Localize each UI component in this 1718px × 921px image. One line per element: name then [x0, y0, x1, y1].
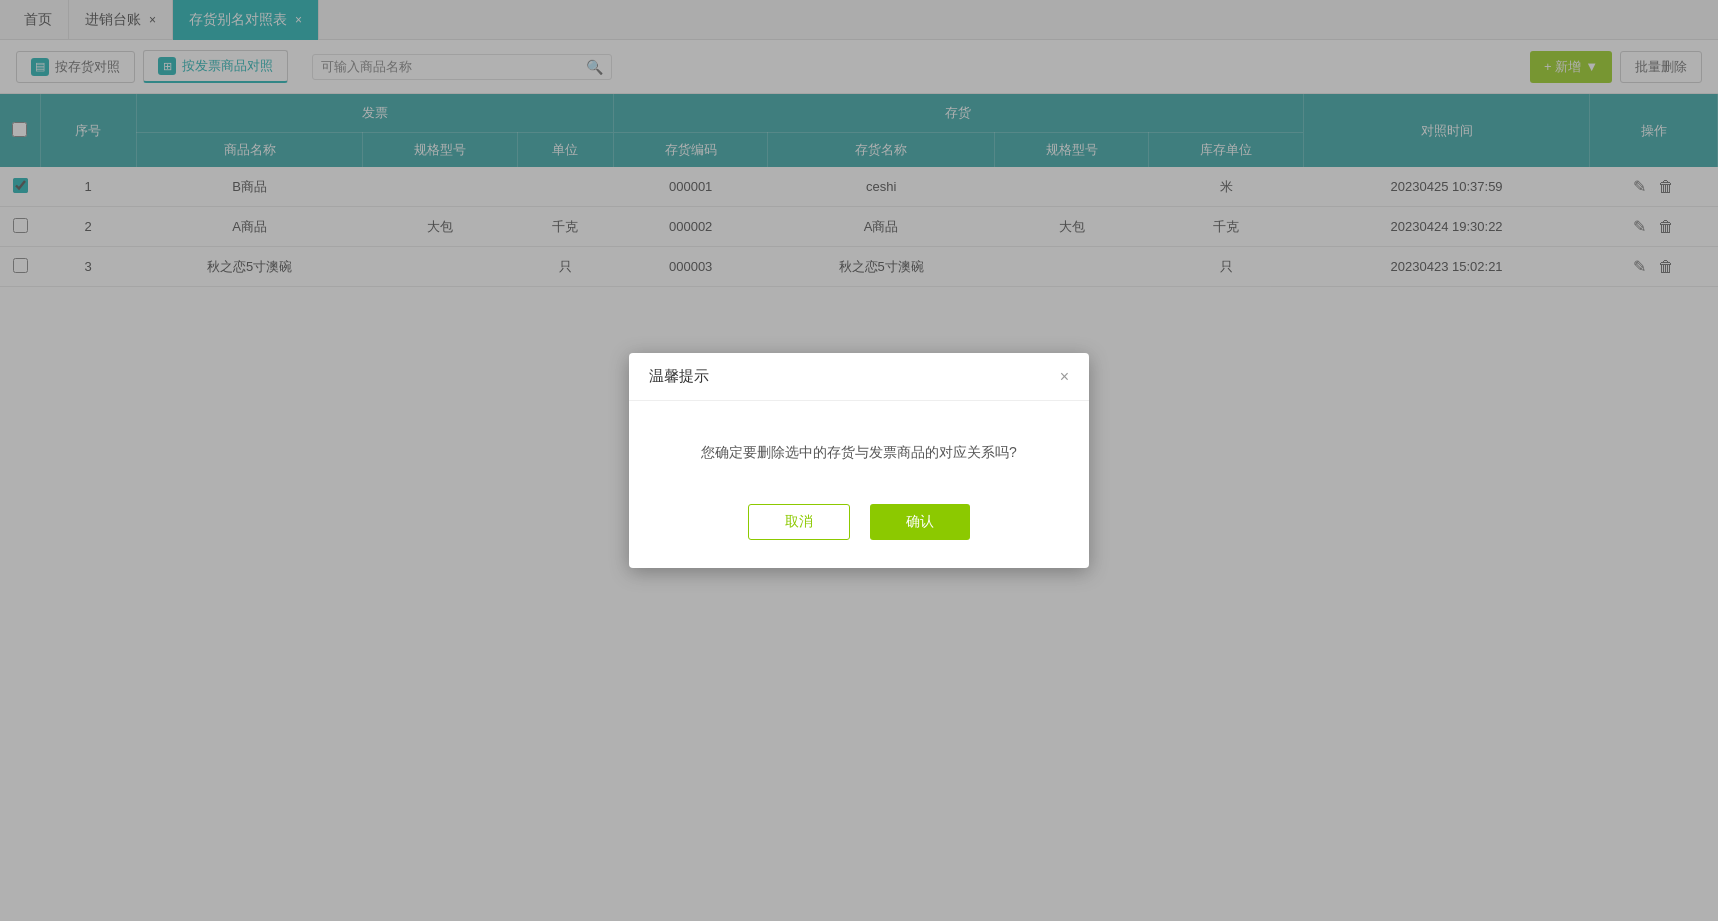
dialog-title: 温馨提示	[649, 367, 709, 386]
dialog-footer: 取消 确认	[629, 494, 1089, 568]
dialog-close-button[interactable]: ×	[1060, 368, 1069, 386]
cancel-button[interactable]: 取消	[748, 504, 850, 540]
dialog-body: 您确定要删除选中的存货与发票商品的对应关系吗?	[629, 401, 1089, 493]
confirm-button[interactable]: 确认	[870, 504, 970, 540]
dialog-message: 您确定要删除选中的存货与发票商品的对应关系吗?	[701, 444, 1017, 460]
overlay: 温馨提示 × 您确定要删除选中的存货与发票商品的对应关系吗? 取消 确认	[0, 0, 1718, 921]
dialog: 温馨提示 × 您确定要删除选中的存货与发票商品的对应关系吗? 取消 确认	[629, 353, 1089, 567]
dialog-header: 温馨提示 ×	[629, 353, 1089, 401]
